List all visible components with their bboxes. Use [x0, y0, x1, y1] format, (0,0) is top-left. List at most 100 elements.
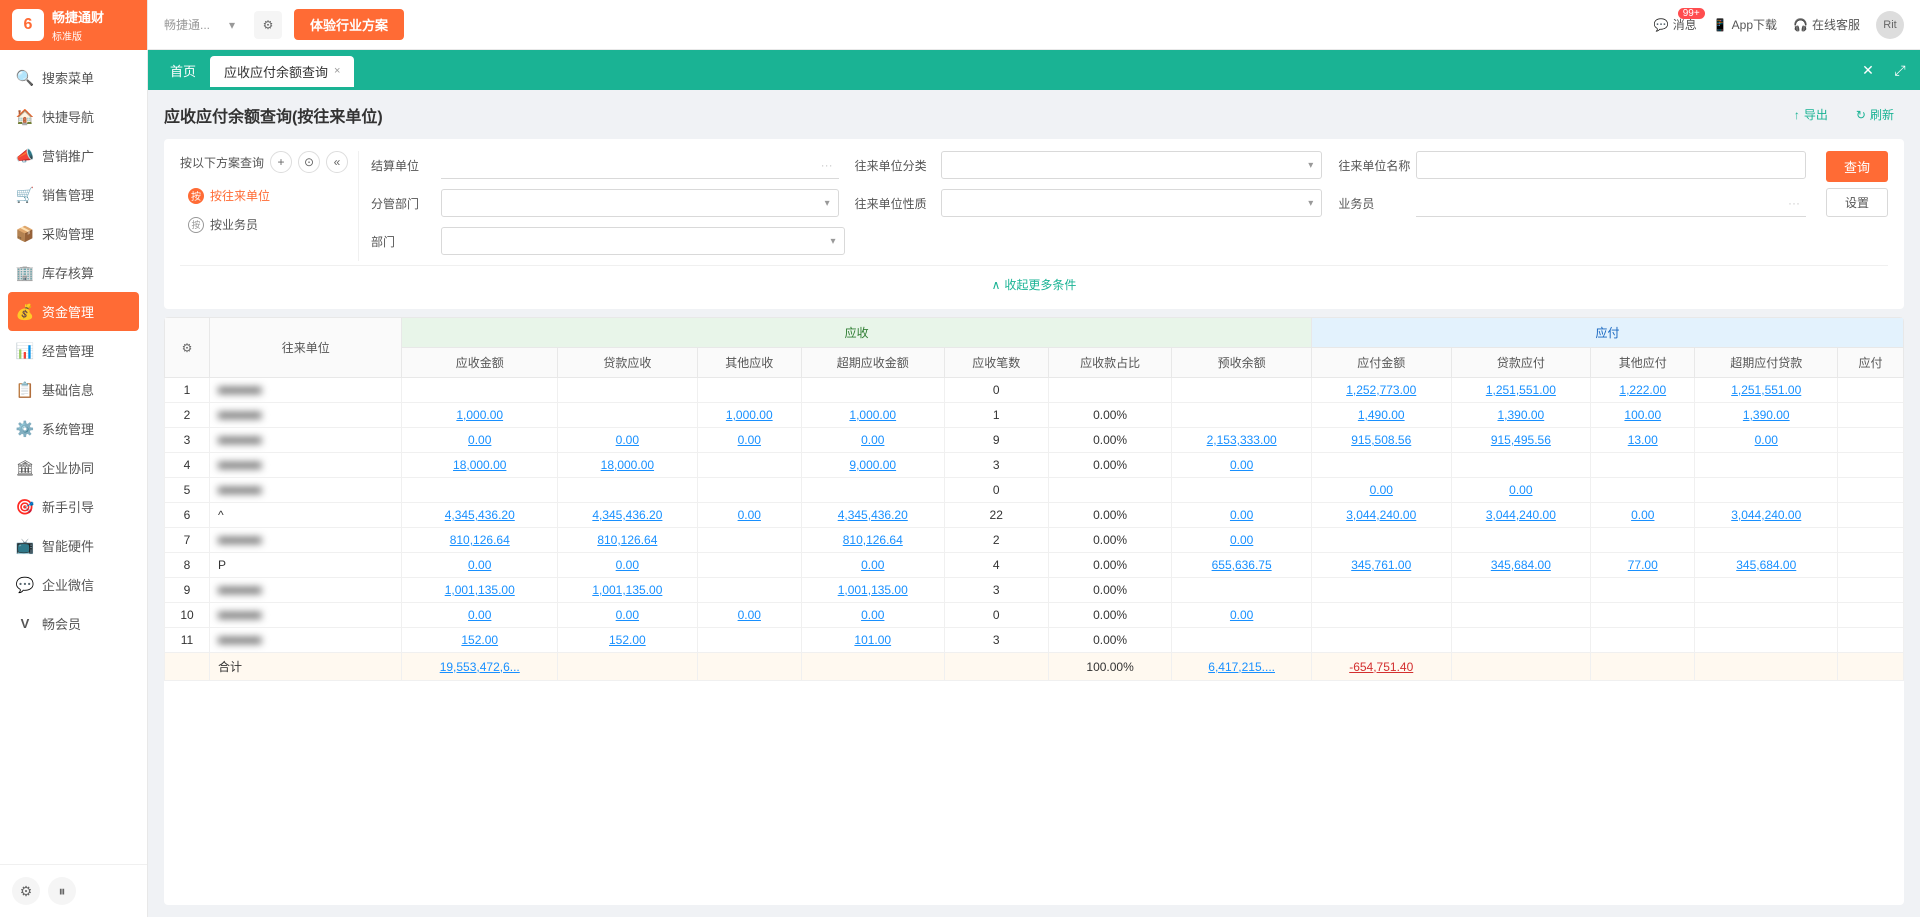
row-cell-贷款应付[interactable]: 3,044,240.00	[1451, 503, 1591, 528]
row-cell-贷款应付[interactable]: 0.00	[1451, 478, 1591, 503]
row-cell-应收金额[interactable]: 4,345,436.20	[402, 503, 558, 528]
wanglai-name-input[interactable]	[1416, 151, 1806, 179]
sidebar-item-sales[interactable]: 🛒 销售管理	[0, 175, 147, 214]
row-cell-贷款应收[interactable]: 152.00	[558, 628, 698, 653]
row-cell-超期应付贷款[interactable]: 3,044,240.00	[1695, 503, 1838, 528]
sidebar-item-search[interactable]: 🔍 搜索菜单	[0, 58, 147, 97]
row-cell-预收余额[interactable]: 0.00	[1172, 528, 1312, 553]
row-cell-应付金额[interactable]: 3,044,240.00	[1311, 503, 1451, 528]
row-cell-其他应付[interactable]: 77.00	[1591, 553, 1695, 578]
filter-by-staff[interactable]: 按 按业务员	[180, 210, 348, 239]
row-cell-贷款应付[interactable]: 345,684.00	[1451, 553, 1591, 578]
bumen-select[interactable]: ▾	[441, 227, 845, 255]
row-cell-贷款应付[interactable]: 1,251,551.00	[1451, 378, 1591, 403]
dropdown-icon[interactable]: ▾	[222, 15, 242, 35]
row-cell-其他应收[interactable]: 0.00	[697, 603, 801, 628]
row-cell-其他应收[interactable]: 0.00	[697, 503, 801, 528]
refresh-button[interactable]: ↻ 刷新	[1846, 102, 1904, 127]
row-cell-贷款应收[interactable]: 18,000.00	[558, 453, 698, 478]
total-yingshou-jine[interactable]: 19,553,472,6...	[402, 653, 558, 681]
sidebar-item-quick[interactable]: 🏠 快捷导航	[0, 97, 147, 136]
row-cell-预收余额[interactable]: 2,153,333.00	[1172, 428, 1312, 453]
export-button[interactable]: ↑ 导出	[1784, 102, 1838, 127]
tab-home[interactable]: 首页	[156, 55, 210, 86]
sidebar-item-member[interactable]: V 畅会员	[0, 604, 147, 643]
jiesuan-input[interactable]: ···	[441, 151, 839, 179]
tab-minimize-button[interactable]: ✕	[1856, 58, 1880, 82]
row-cell-贷款应收[interactable]: 4,345,436.20	[558, 503, 698, 528]
trial-button[interactable]: 体验行业方案	[294, 9, 404, 40]
row-cell-应收金额[interactable]: 0.00	[402, 428, 558, 453]
row-cell-应付金额[interactable]: 0.00	[1311, 478, 1451, 503]
row-cell-贷款应收[interactable]: 810,126.64	[558, 528, 698, 553]
settings-footer-button[interactable]: ⚙	[12, 877, 40, 905]
fenguan-select[interactable]: ▾	[441, 189, 839, 217]
sidebar-item-enterprise[interactable]: 🏛 企业协同	[0, 448, 147, 487]
gear-icon[interactable]: ⚙	[254, 11, 282, 39]
row-cell-超期应付贷款[interactable]: 1,251,551.00	[1695, 378, 1838, 403]
tab-close-icon[interactable]: ×	[334, 65, 340, 77]
row-cell-应收金额[interactable]: 0.00	[402, 603, 558, 628]
row-cell-超期应收金额[interactable]: 9,000.00	[801, 453, 944, 478]
row-cell-应付金额[interactable]: 1,490.00	[1311, 403, 1451, 428]
row-cell-超期应付贷款[interactable]: 0.00	[1695, 428, 1838, 453]
sidebar-item-basic[interactable]: 📋 基础信息	[0, 370, 147, 409]
sidebar-item-wechat[interactable]: 💬 企业微信	[0, 565, 147, 604]
sidebar-item-marketing[interactable]: 📣 营销推广	[0, 136, 147, 175]
total-yingfu-jine[interactable]: -654,751.40	[1311, 653, 1451, 681]
row-cell-应付金额[interactable]: 345,761.00	[1311, 553, 1451, 578]
row-cell-超期应付贷款[interactable]: 1,390.00	[1695, 403, 1838, 428]
row-cell-预收余额[interactable]: 655,636.75	[1172, 553, 1312, 578]
row-cell-应付金额[interactable]: 1,252,773.00	[1311, 378, 1451, 403]
row-cell-超期应收金额[interactable]: 101.00	[801, 628, 944, 653]
table-settings-icon[interactable]: ⚙	[173, 334, 201, 362]
row-cell-贷款应收[interactable]: 1,001,135.00	[558, 578, 698, 603]
row-cell-其他应付[interactable]: 13.00	[1591, 428, 1695, 453]
row-cell-应收金额[interactable]: 1,000.00	[402, 403, 558, 428]
row-cell-应收金额[interactable]: 0.00	[402, 553, 558, 578]
row-cell-贷款应付[interactable]: 1,390.00	[1451, 403, 1591, 428]
row-cell-应收金额[interactable]: 18,000.00	[402, 453, 558, 478]
collapse-button[interactable]: ∧ 收起更多条件	[180, 272, 1888, 297]
scheme-arrow-button[interactable]: «	[326, 151, 348, 173]
row-cell-应付金额[interactable]: 915,508.56	[1311, 428, 1451, 453]
row-cell-应收金额[interactable]: 1,001,135.00	[402, 578, 558, 603]
row-cell-其他应付[interactable]: 1,222.00	[1591, 378, 1695, 403]
sidebar-item-inventory[interactable]: 🏢 库存核算	[0, 253, 147, 292]
sidebar-item-purchase[interactable]: 📦 采购管理	[0, 214, 147, 253]
row-cell-超期应收金额[interactable]: 0.00	[801, 603, 944, 628]
row-cell-应收金额[interactable]: 810,126.64	[402, 528, 558, 553]
user-menu[interactable]: Rit	[1876, 11, 1904, 39]
row-cell-其他应收[interactable]: 1,000.00	[697, 403, 801, 428]
row-cell-其他应付[interactable]: 0.00	[1591, 503, 1695, 528]
row-cell-超期应收金额[interactable]: 1,000.00	[801, 403, 944, 428]
row-cell-贷款应收[interactable]: 0.00	[558, 603, 698, 628]
sidebar-item-hardware[interactable]: 📺 智能硬件	[0, 526, 147, 565]
wanglai-fenlei-select[interactable]: ▾	[941, 151, 1323, 179]
row-cell-贷款应收[interactable]: 0.00	[558, 428, 698, 453]
total-yushou[interactable]: 6,417,215....	[1172, 653, 1312, 681]
scheme-settings-button[interactable]: ⊙	[298, 151, 320, 173]
tab-maximize-button[interactable]: ⤢	[1888, 58, 1912, 82]
tab-balance[interactable]: 应收应付余额查询 ×	[210, 56, 354, 87]
sidebar-item-guide[interactable]: 🎯 新手引导	[0, 487, 147, 526]
sidebar-item-system[interactable]: ⚙️ 系统管理	[0, 409, 147, 448]
row-cell-预收余额[interactable]: 0.00	[1172, 503, 1312, 528]
yewuyuan-input[interactable]: ···	[1416, 189, 1806, 217]
row-cell-贷款应付[interactable]: 915,495.56	[1451, 428, 1591, 453]
row-cell-其他应付[interactable]: 100.00	[1591, 403, 1695, 428]
sidebar-item-finance[interactable]: 💰 资金管理	[8, 292, 139, 331]
add-scheme-button[interactable]: +	[270, 151, 292, 173]
messages-button[interactable]: 💬 消息 99+	[1654, 16, 1697, 33]
row-cell-超期应收金额[interactable]: 4,345,436.20	[801, 503, 944, 528]
app-download-button[interactable]: 📱 App下载	[1713, 16, 1777, 33]
row-cell-超期应收金额[interactable]: 0.00	[801, 553, 944, 578]
row-cell-其他应收[interactable]: 0.00	[697, 428, 801, 453]
online-service-button[interactable]: 🎧 在线客服	[1793, 16, 1860, 33]
row-cell-超期应付贷款[interactable]: 345,684.00	[1695, 553, 1838, 578]
settings-button[interactable]: 设置	[1826, 188, 1888, 217]
row-cell-预收余额[interactable]: 0.00	[1172, 453, 1312, 478]
row-cell-应收金额[interactable]: 152.00	[402, 628, 558, 653]
row-cell-超期应收金额[interactable]: 810,126.64	[801, 528, 944, 553]
filter-by-unit[interactable]: 按 按往来单位	[180, 181, 348, 210]
